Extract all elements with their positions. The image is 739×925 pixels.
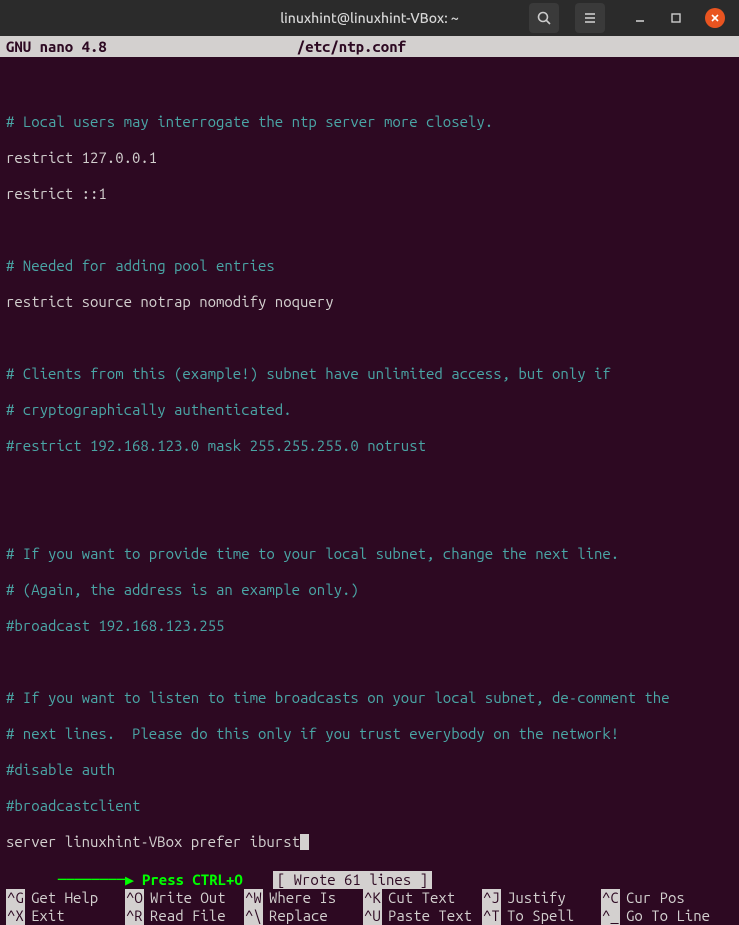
search-button[interactable] — [529, 3, 559, 33]
close-icon — [709, 12, 721, 24]
editor-line: # If you want to provide time to your lo… — [6, 545, 733, 563]
maximize-icon — [670, 12, 682, 24]
minimize-button[interactable] — [633, 11, 647, 25]
shortcut-write-out[interactable]: ^OWrite Out — [125, 889, 244, 907]
editor-line: # Local users may interrogate the ntp se… — [6, 113, 733, 131]
hamburger-icon — [582, 10, 598, 26]
editor-line: # If you want to listen to time broadcas… — [6, 689, 733, 707]
editor-line: # next lines. Please do this only if you… — [6, 725, 733, 743]
arrow-icon: ────────▶ — [6, 871, 134, 889]
shortcut-exit[interactable]: ^XExit — [6, 907, 125, 925]
editor-line: #broadcast 192.168.123.255 — [6, 617, 733, 635]
cursor — [300, 834, 309, 850]
shortcut-cur-pos[interactable]: ^CCur Pos — [601, 889, 720, 907]
editor-line: # Needed for adding pool entries — [6, 257, 733, 275]
nano-header: GNU nano 4.8 /etc/ntp.conf — [0, 36, 739, 57]
editor-line: restrict 127.0.0.1 — [6, 149, 733, 167]
editor-line: #disable auth — [6, 761, 733, 779]
shortcut-read-file[interactable]: ^RRead File — [125, 907, 244, 925]
window-titlebar: linuxhint@linuxhint-VBox: ~ — [0, 0, 739, 36]
editor-content[interactable]: # Local users may interrogate the ntp se… — [0, 57, 739, 871]
window-title: linuxhint@linuxhint-VBox: ~ — [280, 10, 459, 26]
status-row: ────────▶ Press CTRL+O [ Wrote 61 lines … — [0, 871, 739, 889]
menu-button[interactable] — [575, 3, 605, 33]
editor-line: restrict source notrap nomodify noquery — [6, 293, 733, 311]
shortcut-replace[interactable]: ^\Replace — [244, 907, 363, 925]
editor-line: # (Again, the address is an example only… — [6, 581, 733, 599]
editor-line: restrict ::1 — [6, 185, 733, 203]
shortcut-to-spell[interactable]: ^TTo Spell — [482, 907, 601, 925]
shortcut-go-to-line[interactable]: ^_Go To Line — [601, 907, 720, 925]
shortcut-cut-text[interactable]: ^KCut Text — [363, 889, 482, 907]
nano-filepath: /etc/ntp.conf — [297, 36, 697, 57]
close-button[interactable] — [705, 8, 725, 28]
maximize-button[interactable] — [669, 11, 683, 25]
shortcut-get-help[interactable]: ^GGet Help — [6, 889, 125, 907]
editor-line: # cryptographically authenticated. — [6, 401, 733, 419]
status-message: [ Wrote 61 lines ] — [273, 871, 432, 889]
shortcut-where-is[interactable]: ^WWhere Is — [244, 889, 363, 907]
editor-line: server linuxhint-VBox prefer iburst — [6, 833, 733, 851]
shortcut-paste-text[interactable]: ^UPaste Text — [363, 907, 482, 925]
shortcuts-bar: ^GGet Help ^OWrite Out ^WWhere Is ^KCut … — [0, 889, 739, 925]
nano-version: GNU nano 4.8 — [6, 36, 297, 57]
editor-line: #broadcastclient — [6, 797, 733, 815]
editor-line: # Clients from this (example!) subnet ha… — [6, 365, 733, 383]
search-icon — [536, 10, 552, 26]
shortcut-justify[interactable]: ^JJustify — [482, 889, 601, 907]
minimize-icon — [634, 12, 646, 24]
hint-text: Press CTRL+O — [142, 871, 243, 889]
editor-line: #restrict 192.168.123.0 mask 255.255.255… — [6, 437, 733, 455]
